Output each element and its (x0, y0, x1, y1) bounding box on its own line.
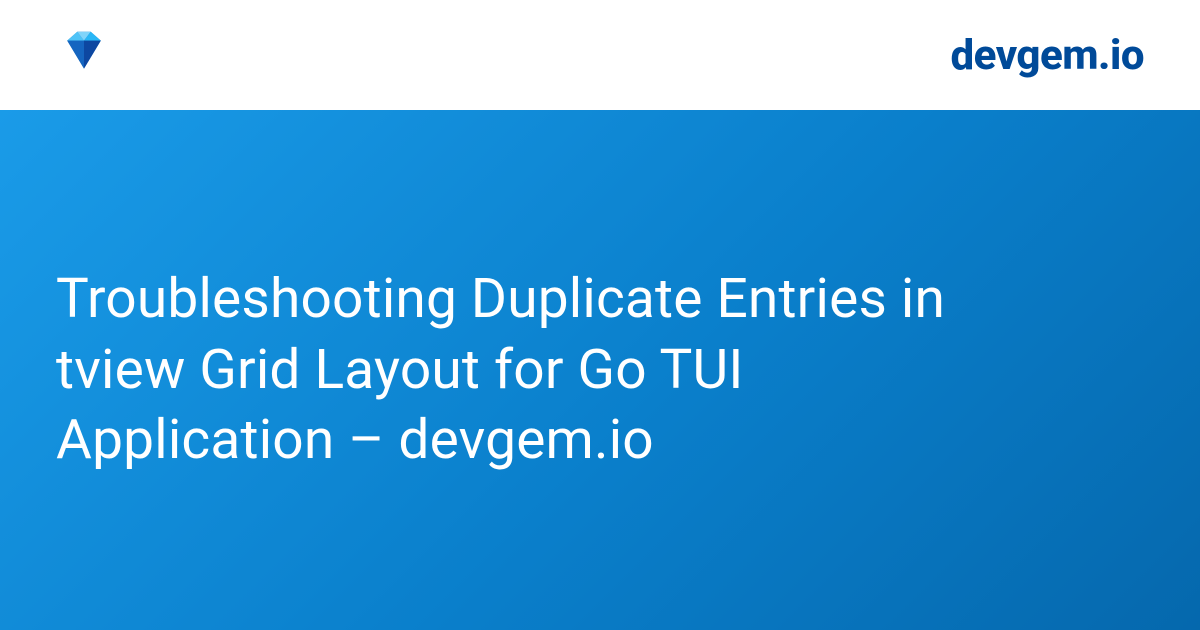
gem-icon (56, 25, 112, 85)
brand-name: devgem.io (951, 31, 1144, 80)
page-title: Troubleshooting Duplicate Entries in tvi… (56, 264, 996, 475)
logo (56, 25, 112, 85)
social-card: devgem.io Troubleshooting Duplicate Entr… (0, 0, 1200, 630)
hero: Troubleshooting Duplicate Entries in tvi… (0, 110, 1200, 630)
header: devgem.io (0, 0, 1200, 110)
